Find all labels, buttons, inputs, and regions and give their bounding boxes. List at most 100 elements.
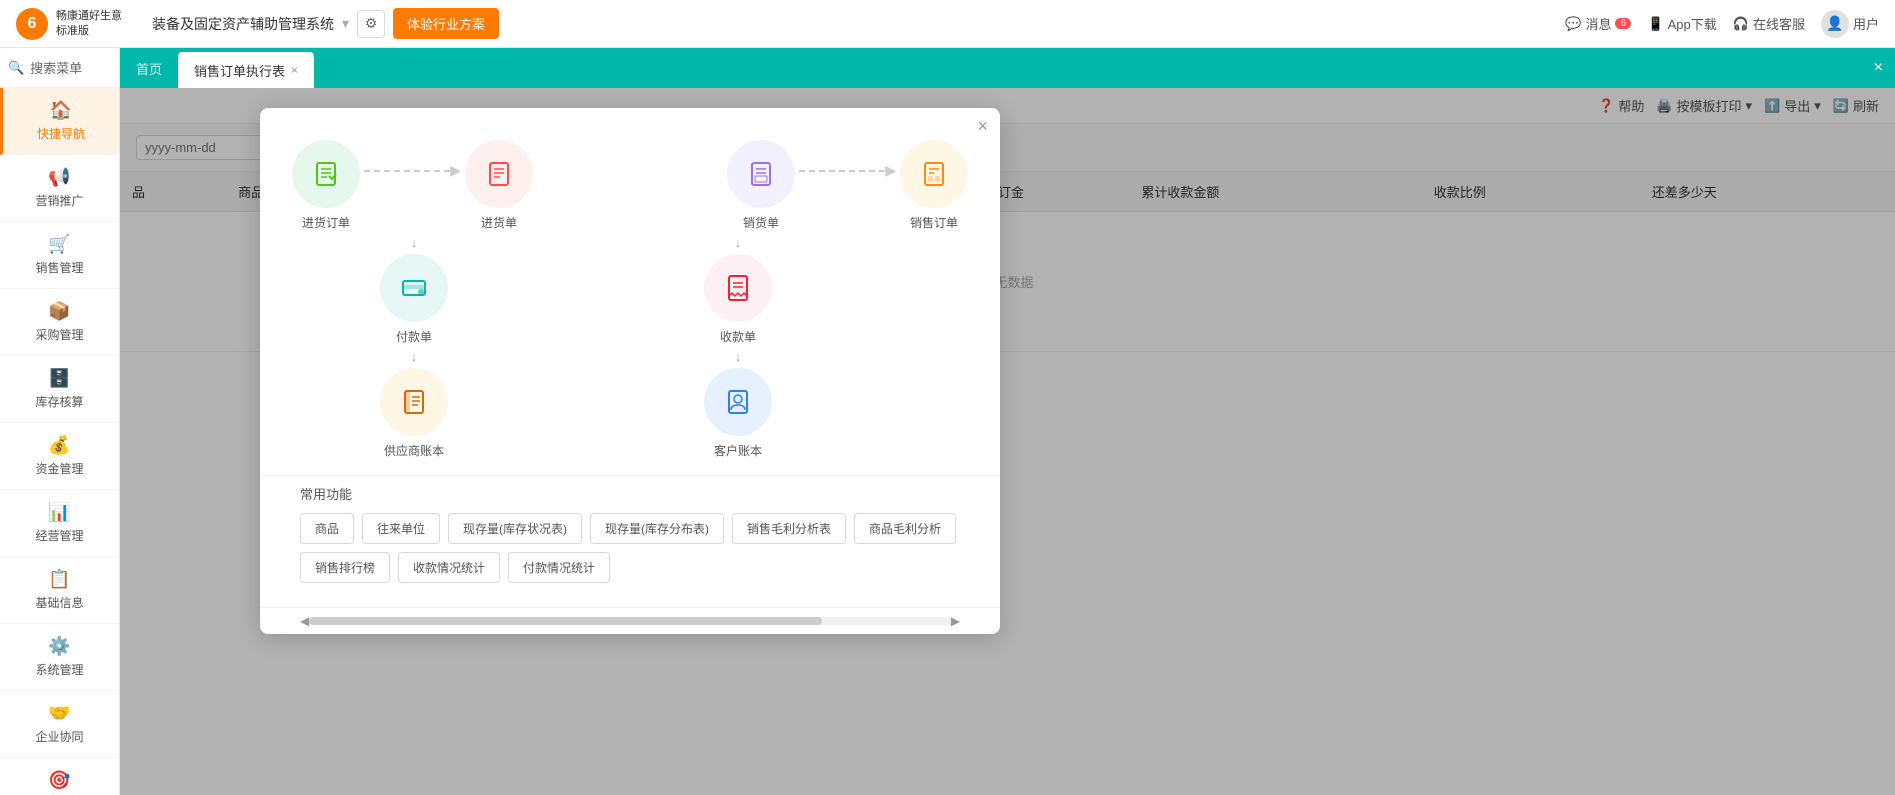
customer-ledger-label: 客户账本 xyxy=(714,442,762,459)
node-purchase[interactable]: 进货单 xyxy=(465,140,533,231)
tab-bar: 首页 销售订单执行表 × × xyxy=(120,48,1895,88)
tab-close-icon[interactable]: × xyxy=(291,63,298,77)
cf-buttons-row1: 商品 往来单位 现存量(库存状况表) 现存量(库存分布表) 销售毛利分析表 商品… xyxy=(300,513,960,544)
sidebar-item-system[interactable]: ⚙️ 系统管理 xyxy=(0,624,119,691)
system-title-area: 装备及固定资产辅助管理系统 ▾ ⚙ 体验行业方案 xyxy=(136,8,1565,39)
search-icon: 🔍 xyxy=(8,60,24,76)
cf-btn-product[interactable]: 商品 xyxy=(300,513,354,544)
arrow-2: ▶ xyxy=(799,140,896,179)
sidebar-item-newbie[interactable]: 🎯 新手引导 xyxy=(0,758,119,795)
home-icon: 🏠 xyxy=(50,100,72,121)
purchase-icon: 📦 xyxy=(48,301,70,322)
cf-btn-payment-stats[interactable]: 付款情况统计 xyxy=(508,552,610,583)
experience-button[interactable]: 体验行业方案 xyxy=(393,8,499,39)
sidebar-item-basic-info[interactable]: 📋 基础信息 xyxy=(0,557,119,624)
cf-btn-product-margin[interactable]: 商品毛利分析 xyxy=(854,513,956,544)
sidebar: 🔍 搜索菜单 🏠 快捷导航 📢 营销推广 🛒 销售管理 📦 采购管理 🗄️ 库存… xyxy=(0,48,120,795)
main-content: 首页 销售订单执行表 × × ❓ 帮助 🖨️ 按模板打印 ▾ ⬆️ 导出 ▾ xyxy=(120,48,1895,795)
logo-icon: 6 xyxy=(16,8,48,40)
online-service-button[interactable]: 🎧 在线客服 xyxy=(1733,14,1805,33)
modal-close-button[interactable]: × xyxy=(977,116,988,137)
system-title-text: 装备及固定资产辅助管理系统 xyxy=(152,14,334,34)
message-icon: 💬 xyxy=(1565,16,1581,32)
cf-btn-sales-ranking[interactable]: 销售排行榜 xyxy=(300,552,390,583)
purchase-label: 进货单 xyxy=(481,214,517,231)
down-arrows-row2: ↓ ↓ xyxy=(260,345,1000,364)
modal-box: × xyxy=(260,108,1000,634)
cf-btn-inventory-status[interactable]: 现存量(库存状况表) xyxy=(448,513,582,544)
customer-ledger-icon xyxy=(704,368,772,436)
service-icon: 🎧 xyxy=(1733,16,1749,32)
sidebar-item-inventory[interactable]: 🗄️ 库存核算 xyxy=(0,356,119,423)
modal-overlay: × xyxy=(120,88,1895,795)
app-download-button[interactable]: 📱 App下载 xyxy=(1647,14,1716,33)
tab-home[interactable]: 首页 xyxy=(120,48,178,88)
top-header: 6 畅康通好生意 标准版 装备及固定资产辅助管理系统 ▾ ⚙ 体验行业方案 💬 … xyxy=(0,0,1895,48)
cf-btn-receipt-stats[interactable]: 收款情况统计 xyxy=(398,552,500,583)
sales-bill-icon xyxy=(727,140,795,208)
user-area[interactable]: 👤 用户 xyxy=(1821,10,1879,38)
scroll-thumb xyxy=(309,617,822,625)
scroll-track[interactable] xyxy=(309,617,951,625)
cf-btn-counterparty[interactable]: 往来单位 xyxy=(362,513,440,544)
modal-scrollbar: ◀ ▶ xyxy=(260,607,1000,634)
sidebar-item-sales[interactable]: 🛒 销售管理 xyxy=(0,222,119,289)
system-icon: ⚙️ xyxy=(48,636,70,657)
payment-label: 付款单 xyxy=(396,328,432,345)
logo-text: 畅康通好生意 标准版 xyxy=(56,9,122,38)
flow-row-2: 付款单 xyxy=(260,250,1000,345)
sales-order-icon xyxy=(900,140,968,208)
payment-icon xyxy=(380,254,448,322)
newbie-icon: 🎯 xyxy=(48,770,70,791)
basic-info-icon: 📋 xyxy=(48,569,70,590)
message-button[interactable]: 💬 消息 6 xyxy=(1565,14,1631,33)
sales-bill-label: 销货单 xyxy=(743,214,779,231)
node-sales-order[interactable]: 销售订单 xyxy=(900,140,968,231)
logo-area: 6 畅康通好生意 标准版 xyxy=(16,8,136,40)
marketing-icon: 📢 xyxy=(48,167,70,188)
message-badge: 6 xyxy=(1615,18,1631,29)
sales-order-label: 销售订单 xyxy=(910,214,958,231)
receipt-icon xyxy=(704,254,772,322)
scroll-right-arrow[interactable]: ▶ xyxy=(951,614,960,628)
flow-row-3: 供应商账本 xyxy=(260,364,1000,475)
page-area: ❓ 帮助 🖨️ 按模板打印 ▾ ⬆️ 导出 ▾ 🔄 刷新 📅 单 xyxy=(120,88,1895,795)
sidebar-item-operation[interactable]: 📊 经营管理 xyxy=(0,490,119,557)
tab-sales-order-exec[interactable]: 销售订单执行表 × xyxy=(178,52,314,88)
node-payment[interactable]: 付款单 xyxy=(380,254,448,345)
receipt-label: 收款单 xyxy=(720,328,756,345)
cf-btn-sales-margin[interactable]: 销售毛利分析表 xyxy=(732,513,846,544)
cf-btn-inventory-dist[interactable]: 现存量(库存分布表) xyxy=(590,513,724,544)
sidebar-item-quick-nav[interactable]: 🏠 快捷导航 xyxy=(0,88,119,155)
avatar: 👤 xyxy=(1821,10,1849,38)
sidebar-item-purchase[interactable]: 📦 采购管理 xyxy=(0,289,119,356)
sidebar-item-enterprise[interactable]: 🤝 企业协同 xyxy=(0,691,119,758)
sales-icon: 🛒 xyxy=(48,234,70,255)
enterprise-icon: 🤝 xyxy=(48,703,70,724)
flow-row-1: 进货订单 ▶ xyxy=(260,108,1000,231)
node-receipt[interactable]: 收款单 xyxy=(704,254,772,345)
cf-buttons-row2: 销售排行榜 收款情况统计 付款情况统计 xyxy=(300,552,960,583)
settings-button[interactable]: ⚙ xyxy=(357,10,385,38)
down-arrows-row: ↓ ↓ xyxy=(260,231,1000,250)
close-window-button[interactable]: × xyxy=(1862,59,1895,77)
node-sales-bill[interactable]: 销货单 xyxy=(727,140,795,231)
node-purchase-order[interactable]: 进货订单 xyxy=(292,140,360,231)
node-supplier-ledger[interactable]: 供应商账本 xyxy=(380,368,448,459)
app-download-icon: 📱 xyxy=(1647,16,1663,32)
inventory-icon: 🗄️ xyxy=(48,368,70,389)
search-menu-item[interactable]: 🔍 搜索菜单 xyxy=(0,48,119,88)
supplier-ledger-icon xyxy=(380,368,448,436)
dropdown-icon[interactable]: ▾ xyxy=(342,15,349,32)
header-right: 💬 消息 6 📱 App下载 🎧 在线客服 👤 用户 xyxy=(1565,10,1879,38)
scroll-left-arrow[interactable]: ◀ xyxy=(300,614,309,628)
purchase-order-label: 进货订单 xyxy=(302,214,350,231)
arrow-1: ▶ xyxy=(364,140,461,179)
common-functions-area: 常用功能 商品 往来单位 现存量(库存状况表) 现存量(库存分布表) 销售毛利分… xyxy=(260,476,1000,607)
sidebar-item-marketing[interactable]: 📢 营销推广 xyxy=(0,155,119,222)
finance-icon: 💰 xyxy=(48,435,70,456)
supplier-ledger-label: 供应商账本 xyxy=(384,442,444,459)
node-customer-ledger[interactable]: 客户账本 xyxy=(704,368,772,459)
sidebar-item-finance[interactable]: 💰 资金管理 xyxy=(0,423,119,490)
purchase-icon xyxy=(465,140,533,208)
